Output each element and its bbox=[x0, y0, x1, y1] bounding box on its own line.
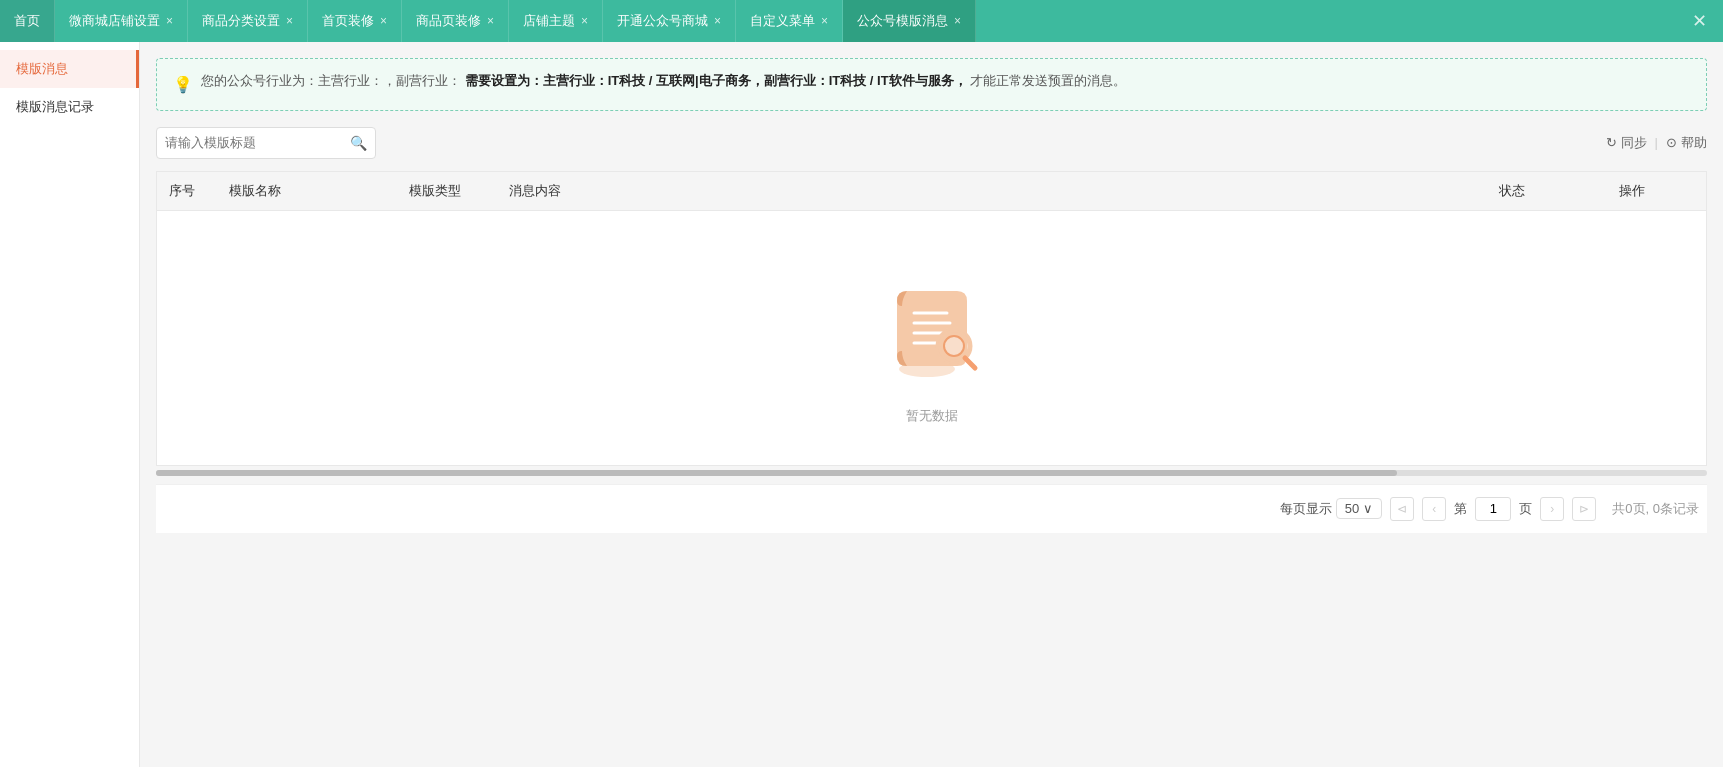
sync-button[interactable]: ↻ 同步 bbox=[1606, 134, 1647, 152]
empty-state-icon bbox=[872, 271, 992, 391]
tab-custom-menu-label: 自定义菜单 bbox=[750, 12, 815, 30]
scrollbar-thumb[interactable] bbox=[156, 470, 1397, 476]
sidebar-item-template-message[interactable]: 模版消息 bbox=[0, 50, 139, 88]
next-page-button[interactable]: › bbox=[1540, 497, 1564, 521]
notice-text: 您的公众号行业为：主营行业：，副营行业： 需要设置为：主营行业：IT科技 / 互… bbox=[201, 71, 1126, 92]
prev-page-button[interactable]: ‹ bbox=[1422, 497, 1446, 521]
tab-shop-settings[interactable]: 微商城店铺设置 × bbox=[55, 0, 188, 42]
tab-store-theme[interactable]: 店铺主题 × bbox=[509, 0, 603, 42]
col-type: 模版类型 bbox=[397, 171, 497, 210]
horizontal-scrollbar[interactable] bbox=[156, 470, 1707, 480]
col-index: 序号 bbox=[157, 171, 217, 210]
table-empty-cell: 暂无数据 bbox=[157, 210, 1707, 465]
tab-store-theme-close[interactable]: × bbox=[581, 14, 588, 28]
tab-open-wechat-mall-label: 开通公众号商城 bbox=[617, 12, 708, 30]
tab-category-settings[interactable]: 商品分类设置 × bbox=[188, 0, 308, 42]
tab-home-decoration-label: 首页装修 bbox=[322, 12, 374, 30]
tab-product-decoration-label: 商品页装修 bbox=[416, 12, 481, 30]
tab-category-settings-label: 商品分类设置 bbox=[202, 12, 280, 30]
search-input[interactable] bbox=[165, 135, 350, 150]
tab-home-label: 首页 bbox=[14, 12, 40, 30]
tab-bar: 首页 微商城店铺设置 × 商品分类设置 × 首页装修 × 商品页装修 × 店铺主… bbox=[0, 0, 1723, 42]
help-button[interactable]: ⊙ 帮助 bbox=[1666, 134, 1707, 152]
tab-custom-menu-close[interactable]: × bbox=[821, 14, 828, 28]
sidebar: 模版消息 模版消息记录 bbox=[0, 42, 140, 767]
empty-text: 暂无数据 bbox=[906, 407, 958, 425]
data-table: 序号 模版名称 模版类型 消息内容 状态 操作 bbox=[156, 171, 1707, 466]
page-suffix-label: 页 bbox=[1519, 500, 1532, 518]
tab-template-message[interactable]: 公众号模版消息 × bbox=[843, 0, 976, 42]
per-page-select: 每页显示 50 ∨ bbox=[1280, 498, 1382, 519]
table-empty-row: 暂无数据 bbox=[157, 210, 1707, 465]
col-content: 消息内容 bbox=[497, 171, 1487, 210]
toolbar-right: ↻ 同步 | ⊙ 帮助 bbox=[1606, 134, 1707, 152]
tab-open-wechat-mall[interactable]: 开通公众号商城 × bbox=[603, 0, 736, 42]
tab-template-message-close[interactable]: × bbox=[954, 14, 961, 28]
svg-point-8 bbox=[944, 336, 964, 356]
last-page-button[interactable]: ⊳ bbox=[1572, 497, 1596, 521]
tab-home-decoration[interactable]: 首页装修 × bbox=[308, 0, 402, 42]
tab-shop-settings-label: 微商城店铺设置 bbox=[69, 12, 160, 30]
per-page-chevron-icon: ∨ bbox=[1363, 501, 1373, 516]
tab-open-wechat-mall-close[interactable]: × bbox=[714, 14, 721, 28]
help-label: 帮助 bbox=[1681, 134, 1707, 152]
sidebar-item-template-message-log-label: 模版消息记录 bbox=[16, 99, 94, 114]
per-page-value: 50 bbox=[1345, 501, 1359, 516]
sync-icon: ↻ bbox=[1606, 135, 1617, 150]
notice-banner: 💡 您的公众号行业为：主营行业：，副营行业： 需要设置为：主营行业：IT科技 /… bbox=[156, 58, 1707, 111]
search-icon[interactable]: 🔍 bbox=[350, 135, 367, 151]
tab-home-decoration-close[interactable]: × bbox=[380, 14, 387, 28]
tab-template-message-label: 公众号模版消息 bbox=[857, 12, 948, 30]
notice-suffix: 才能正常发送预置的消息。 bbox=[970, 73, 1126, 88]
first-page-button[interactable]: ⊲ bbox=[1390, 497, 1414, 521]
scrollbar-track bbox=[156, 470, 1707, 476]
per-page-label: 每页显示 bbox=[1280, 500, 1332, 518]
tab-category-settings-close[interactable]: × bbox=[286, 14, 293, 28]
empty-state: 暂无数据 bbox=[157, 211, 1706, 465]
total-info: 共0页, 0条记录 bbox=[1612, 500, 1699, 518]
col-name: 模版名称 bbox=[217, 171, 397, 210]
tab-custom-menu[interactable]: 自定义菜单 × bbox=[736, 0, 843, 42]
current-page-input[interactable] bbox=[1475, 497, 1511, 521]
notice-prefix: 您的公众号行业为：主营行业：，副营行业： bbox=[201, 73, 461, 88]
page-prefix-label: 第 bbox=[1454, 500, 1467, 518]
sidebar-item-template-message-label: 模版消息 bbox=[16, 61, 68, 76]
sync-label: 同步 bbox=[1621, 134, 1647, 152]
pagination: 每页显示 50 ∨ ⊲ ‹ 第 页 › ⊳ 共0页, 0条记录 bbox=[156, 484, 1707, 533]
help-icon: ⊙ bbox=[1666, 135, 1677, 150]
tab-product-decoration[interactable]: 商品页装修 × bbox=[402, 0, 509, 42]
table-header: 序号 模版名称 模版类型 消息内容 状态 操作 bbox=[157, 171, 1707, 210]
notice-highlight: 需要设置为：主营行业：IT科技 / 互联网|电子商务，副营行业：IT科技 / I… bbox=[465, 73, 967, 88]
table-header-row: 序号 模版名称 模版类型 消息内容 状态 操作 bbox=[157, 171, 1707, 210]
global-close-button[interactable]: ✕ bbox=[1676, 10, 1723, 32]
search-input-wrap[interactable]: 🔍 bbox=[156, 127, 376, 159]
sidebar-item-template-message-log[interactable]: 模版消息记录 bbox=[0, 88, 139, 126]
table-body: 暂无数据 bbox=[157, 210, 1707, 465]
tab-store-theme-label: 店铺主题 bbox=[523, 12, 575, 30]
search-bar: 🔍 ↻ 同步 | ⊙ 帮助 bbox=[156, 127, 1707, 159]
per-page-dropdown[interactable]: 50 ∨ bbox=[1336, 498, 1382, 519]
toolbar-divider: | bbox=[1655, 135, 1658, 150]
main-layout: 模版消息 模版消息记录 💡 您的公众号行业为：主营行业：，副营行业： 需要设置为… bbox=[0, 42, 1723, 767]
tab-shop-settings-close[interactable]: × bbox=[166, 14, 173, 28]
tab-home[interactable]: 首页 bbox=[0, 0, 55, 42]
tab-product-decoration-close[interactable]: × bbox=[487, 14, 494, 28]
col-action: 操作 bbox=[1607, 171, 1707, 210]
notice-icon: 💡 bbox=[173, 72, 193, 98]
col-status: 状态 bbox=[1487, 171, 1607, 210]
svg-line-7 bbox=[965, 358, 975, 368]
content-area: 💡 您的公众号行业为：主营行业：，副营行业： 需要设置为：主营行业：IT科技 /… bbox=[140, 42, 1723, 767]
